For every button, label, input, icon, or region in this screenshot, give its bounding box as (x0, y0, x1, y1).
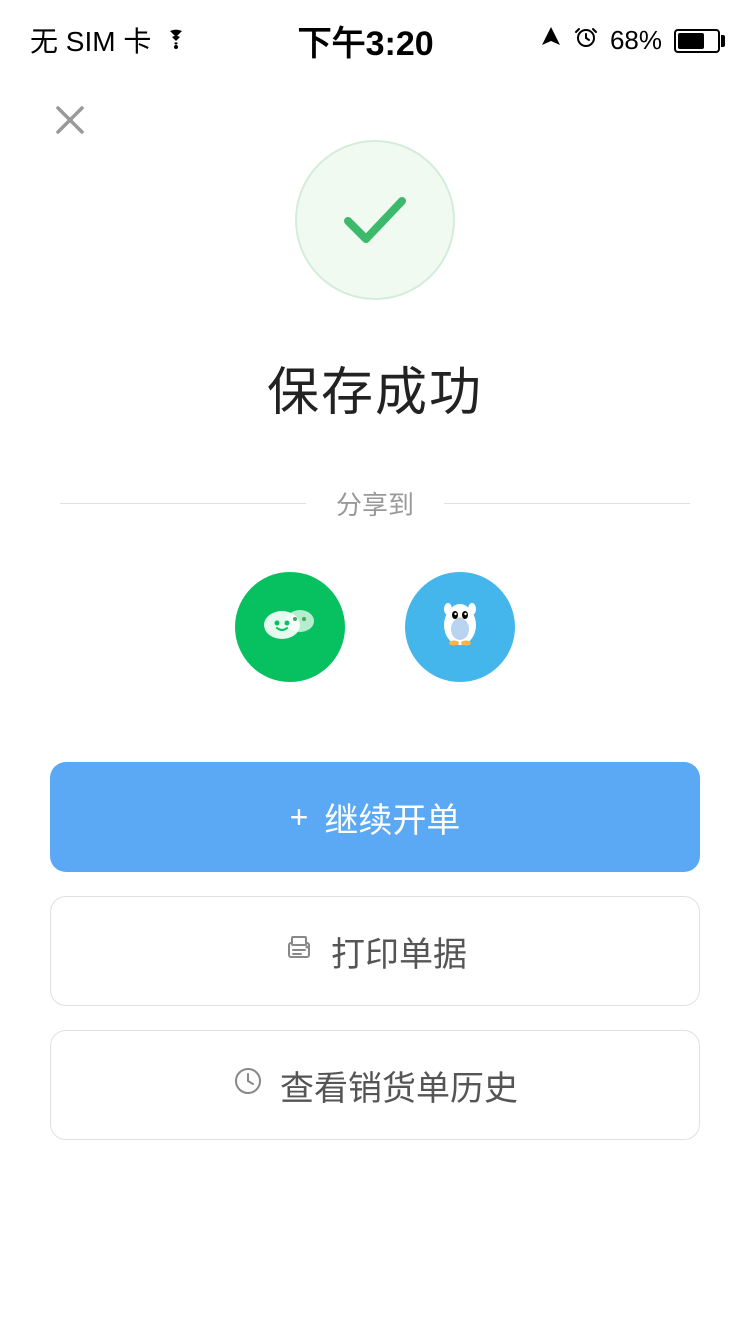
wifi-icon (161, 24, 191, 56)
status-time: 下午3:20 (298, 16, 434, 65)
location-icon (540, 25, 562, 56)
battery-icon (674, 25, 720, 56)
share-icons-row (235, 572, 515, 682)
status-bar: 无 SIM 卡 下午3:20 68% (0, 0, 750, 80)
print-button[interactable]: 打印单据 (50, 896, 700, 1006)
status-right: 68% (540, 25, 720, 56)
divider-right (444, 503, 690, 504)
clock-icon (232, 1065, 264, 1105)
action-buttons: + 继续开单 打印单据 查看销货单历史 (0, 762, 750, 1140)
share-label: 分享到 (306, 485, 444, 522)
print-label: 打印单据 (331, 927, 467, 976)
continue-order-label: 继续开单 (324, 793, 460, 842)
battery-percent: 68% (610, 25, 662, 56)
continue-order-button[interactable]: + 继续开单 (50, 762, 700, 872)
success-icon-circle (295, 140, 455, 300)
status-left: 无 SIM 卡 (30, 20, 191, 60)
qq-share-button[interactable] (405, 572, 515, 682)
divider-left (60, 503, 306, 504)
history-label: 查看销货单历史 (280, 1061, 518, 1110)
history-button[interactable]: 查看销货单历史 (50, 1030, 700, 1140)
close-button[interactable] (40, 90, 100, 150)
success-title: 保存成功 (267, 350, 483, 425)
share-section: 分享到 (0, 485, 750, 522)
plus-icon: + (290, 799, 309, 836)
main-content: 保存成功 分享到 (0, 80, 750, 1140)
wechat-share-button[interactable] (235, 572, 345, 682)
no-sim-label: 无 SIM 卡 (30, 20, 151, 60)
print-icon (283, 931, 315, 971)
alarm-icon (574, 25, 598, 56)
